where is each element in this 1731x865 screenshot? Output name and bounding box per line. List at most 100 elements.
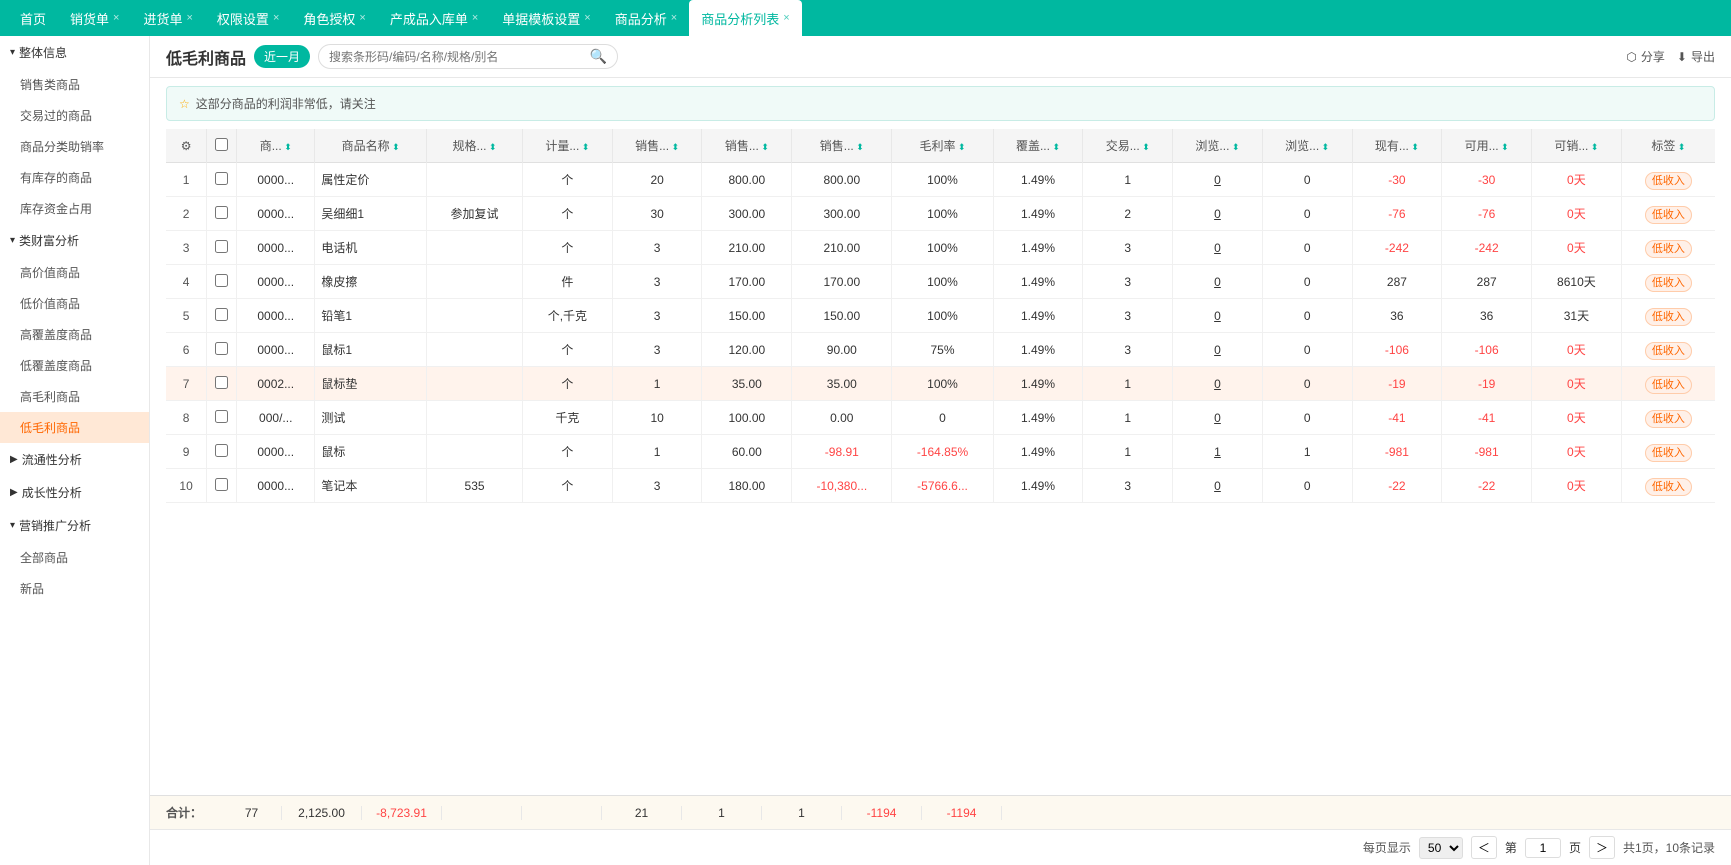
views1-link[interactable]: 0 [1214, 479, 1221, 493]
row-tag[interactable]: 低收入 [1621, 265, 1715, 299]
row-name[interactable]: 鼠标 [315, 435, 427, 469]
sidebar-item-low-coverage[interactable]: 低覆盖度商品 [0, 350, 149, 381]
row-checkbox[interactable] [215, 444, 228, 457]
sidebar-item-category-rate[interactable]: 商品分类助销率 [0, 131, 149, 162]
sidebar-item-traded-goods[interactable]: 交易过的商品 [0, 100, 149, 131]
views1-link[interactable]: 1 [1214, 445, 1221, 459]
row-views1[interactable]: 0 [1173, 231, 1263, 265]
nav-close-permission[interactable]: × [273, 12, 279, 24]
sidebar-item-in-stock[interactable]: 有库存的商品 [0, 162, 149, 193]
nav-close-purchase-order[interactable]: × [186, 12, 192, 24]
row-tag[interactable]: 低收入 [1621, 333, 1715, 367]
nav-permission-settings[interactable]: 权限设置 × [205, 0, 291, 36]
col-select-all[interactable] [207, 129, 237, 163]
col-sales-price[interactable]: 销售... ⬍ [702, 129, 792, 163]
row-tag[interactable]: 低收入 [1621, 299, 1715, 333]
nav-close-product-analysis-list[interactable]: × [783, 12, 789, 24]
row-name[interactable]: 橡皮擦 [315, 265, 427, 299]
row-views1[interactable]: 0 [1173, 333, 1263, 367]
row-views1[interactable]: 0 [1173, 197, 1263, 231]
col-coverage[interactable]: 覆盖... ⬍ [993, 129, 1083, 163]
row-checkbox[interactable] [215, 342, 228, 355]
views1-link[interactable]: 0 [1214, 343, 1221, 357]
nav-close-product-analysis[interactable]: × [671, 12, 677, 24]
row-views1[interactable]: 0 [1173, 401, 1263, 435]
sidebar-item-capital[interactable]: 库存资金占用 [0, 193, 149, 224]
views1-link[interactable]: 0 [1214, 275, 1221, 289]
row-name[interactable]: 测试 [315, 401, 427, 435]
search-icon[interactable]: 🔍 [590, 48, 607, 65]
row-views1[interactable]: 0 [1173, 265, 1263, 299]
views1-link[interactable]: 0 [1214, 207, 1221, 221]
col-code[interactable]: 商... ⬍ [237, 129, 315, 163]
prev-page-button[interactable]: ＜ [1471, 836, 1497, 859]
views1-link[interactable]: 0 [1214, 173, 1221, 187]
row-name[interactable]: 鼠标1 [315, 333, 427, 367]
col-views1[interactable]: 浏览... ⬍ [1173, 129, 1263, 163]
export-button[interactable]: ⬇ 导出 [1677, 48, 1715, 65]
col-unit[interactable]: 计量... ⬍ [523, 129, 613, 163]
row-tag[interactable]: 低收入 [1621, 367, 1715, 401]
search-input[interactable] [329, 50, 590, 64]
row-name[interactable]: 铅笔1 [315, 299, 427, 333]
sidebar-item-high-value[interactable]: 高价值商品 [0, 257, 149, 288]
row-tag[interactable]: 低收入 [1621, 469, 1715, 503]
sidebar-group-wealth[interactable]: ▾ 类财富分析 [0, 224, 149, 257]
col-views2[interactable]: 浏览... ⬍ [1262, 129, 1352, 163]
views1-link[interactable]: 0 [1214, 377, 1221, 391]
sidebar-item-low-value[interactable]: 低价值商品 [0, 288, 149, 319]
sidebar-item-sales-goods[interactable]: 销售类商品 [0, 69, 149, 100]
col-tag[interactable]: 标签 ⬍ [1621, 129, 1715, 163]
col-sellable-days[interactable]: 可销... ⬍ [1532, 129, 1622, 163]
col-transaction[interactable]: 交易... ⬍ [1083, 129, 1173, 163]
nav-template-settings[interactable]: 单据模板设置 × [490, 0, 602, 36]
col-available-stock[interactable]: 可用... ⬍ [1442, 129, 1532, 163]
sidebar-item-high-margin[interactable]: 高毛利商品 [0, 381, 149, 412]
nav-sales-order[interactable]: 销货单 × [58, 0, 131, 36]
nav-product-analysis[interactable]: 商品分析 × [603, 0, 689, 36]
views1-link[interactable]: 0 [1214, 309, 1221, 323]
row-views1[interactable]: 1 [1173, 435, 1263, 469]
col-name[interactable]: 商品名称 ⬍ [315, 129, 427, 163]
nav-home[interactable]: 首页 [8, 0, 58, 36]
row-name[interactable]: 吴细细1 [315, 197, 427, 231]
row-name[interactable]: 属性定价 [315, 163, 427, 197]
row-tag[interactable]: 低收入 [1621, 401, 1715, 435]
row-views1[interactable]: 0 [1173, 299, 1263, 333]
nav-close-product-entry[interactable]: × [472, 12, 478, 24]
row-views1[interactable]: 0 [1173, 367, 1263, 401]
col-settings[interactable]: ⚙ [166, 129, 207, 163]
row-checkbox[interactable] [215, 206, 228, 219]
nav-role-auth[interactable]: 角色授权 × [291, 0, 377, 36]
time-filter-button[interactable]: 近一月 [254, 45, 310, 68]
row-tag[interactable]: 低收入 [1621, 163, 1715, 197]
row-checkbox[interactable] [215, 376, 228, 389]
row-name[interactable]: 鼠标垫 [315, 367, 427, 401]
views1-link[interactable]: 0 [1214, 411, 1221, 425]
views1-link[interactable]: 0 [1214, 241, 1221, 255]
sidebar-item-low-margin[interactable]: 低毛利商品 [0, 412, 149, 443]
col-sales-amount[interactable]: 销售... ⬍ [792, 129, 892, 163]
row-name[interactable]: 电话机 [315, 231, 427, 265]
next-page-button[interactable]: ＞ [1589, 836, 1615, 859]
nav-close-template[interactable]: × [584, 12, 590, 24]
nav-purchase-order[interactable]: 进货单 × [131, 0, 204, 36]
col-current-stock[interactable]: 现有... ⬍ [1352, 129, 1442, 163]
row-tag[interactable]: 低收入 [1621, 197, 1715, 231]
col-spec[interactable]: 规格... ⬍ [427, 129, 523, 163]
col-sales-qty[interactable]: 销售... ⬍ [612, 129, 702, 163]
row-name[interactable]: 笔记本 [315, 469, 427, 503]
per-page-select[interactable]: 50 [1419, 837, 1463, 859]
nav-close-sales-order[interactable]: × [113, 12, 119, 24]
sidebar-item-high-coverage[interactable]: 高覆盖度商品 [0, 319, 149, 350]
row-tag[interactable]: 低收入 [1621, 435, 1715, 469]
sidebar-group-overall[interactable]: ▾ 整体信息 [0, 36, 149, 69]
row-checkbox[interactable] [215, 478, 228, 491]
sidebar-group-marketing[interactable]: ▾ 营销推广分析 [0, 509, 149, 542]
row-views1[interactable]: 0 [1173, 469, 1263, 503]
page-number-input[interactable] [1525, 838, 1561, 858]
nav-product-entry[interactable]: 产成品入库单 × [378, 0, 490, 36]
nav-close-role-auth[interactable]: × [359, 12, 365, 24]
row-checkbox[interactable] [215, 308, 228, 321]
nav-product-analysis-list[interactable]: 商品分析列表 × [689, 0, 801, 36]
